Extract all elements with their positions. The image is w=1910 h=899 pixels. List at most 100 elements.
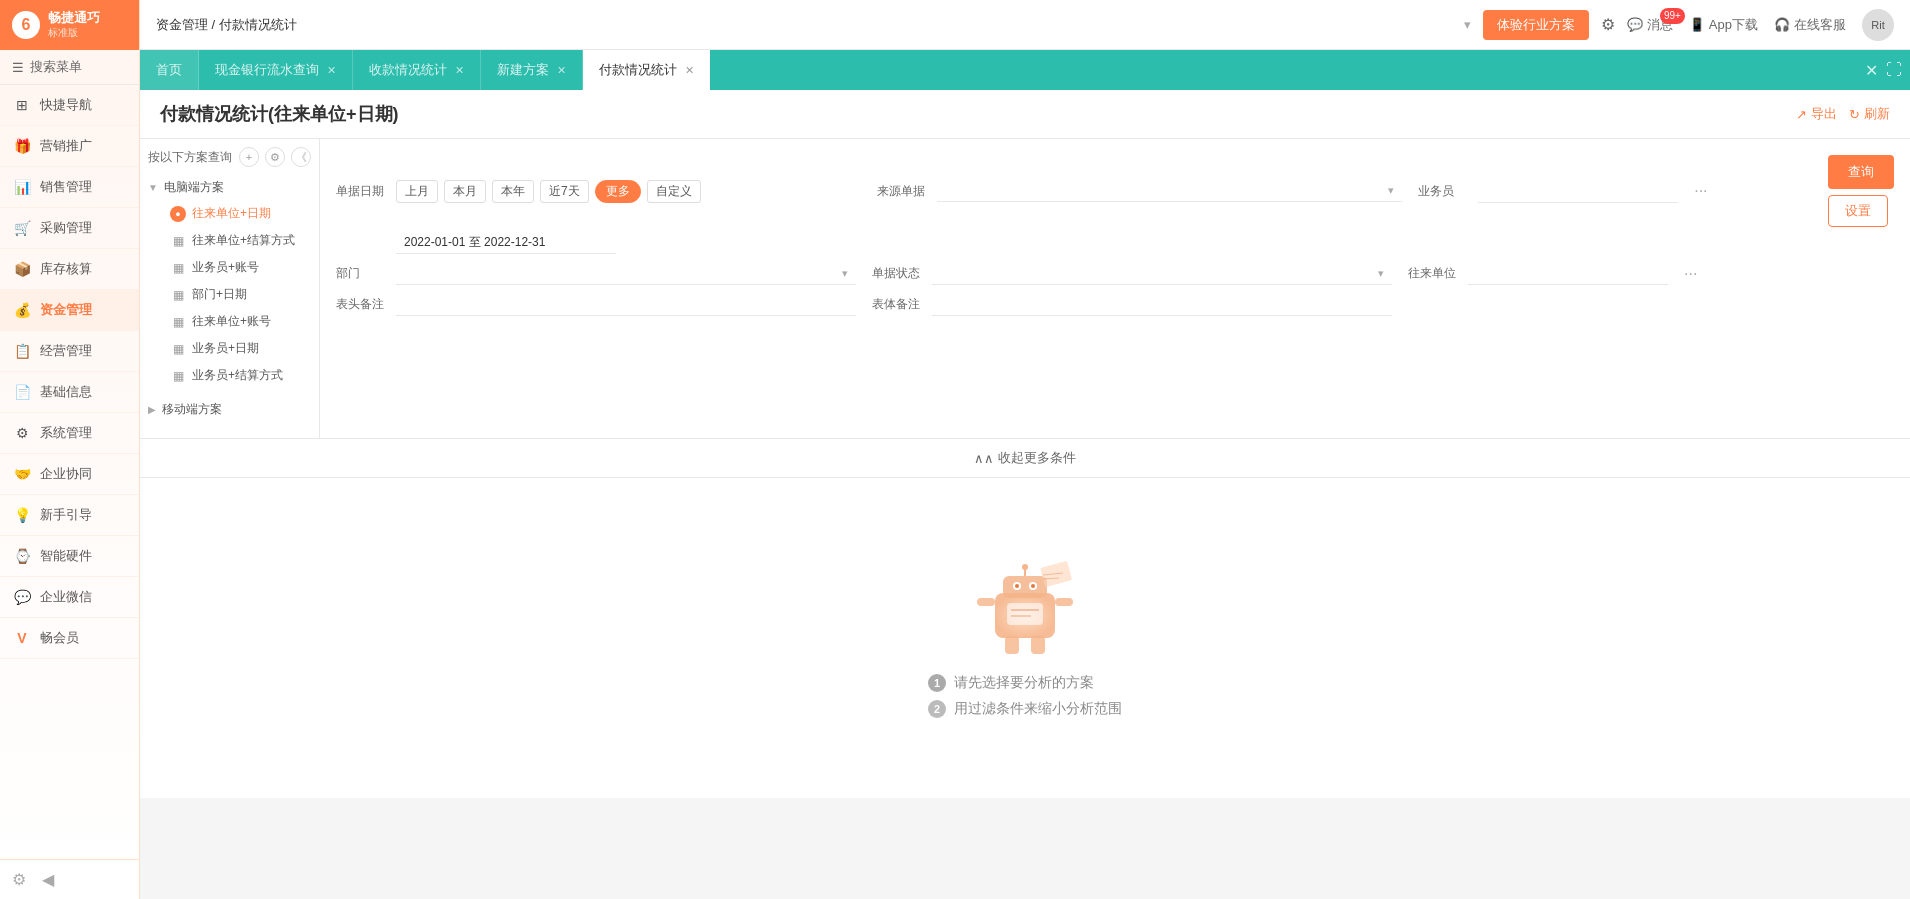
wechat-icon: 💬 [12, 587, 32, 607]
tab-payment-stats[interactable]: 付款情况统计 ✕ [583, 50, 710, 90]
refresh-button[interactable]: ↻ 刷新 [1849, 105, 1890, 123]
tab-home[interactable]: 首页 [140, 50, 199, 90]
enterprise-icon: 🤝 [12, 464, 32, 484]
sidebar-item-guide[interactable]: 💡 新手引导 [0, 495, 139, 536]
sidebar-item-purchase[interactable]: 🛒 采购管理 [0, 208, 139, 249]
grid-icon-4: ▦ [170, 341, 186, 357]
sidebar-item-wechat[interactable]: 💬 企业微信 [0, 577, 139, 618]
export-icon: ↗ [1796, 107, 1807, 122]
collapse-conditions-button[interactable]: ∧∧ 收起更多条件 [974, 449, 1076, 467]
date-this-year[interactable]: 本年 [492, 180, 534, 203]
tab-bar-end: ✕ ⛶ [1865, 50, 1910, 90]
source-select[interactable]: ▾ [937, 180, 1402, 202]
close-receipt-stats-tab[interactable]: ✕ [455, 64, 464, 77]
scheme-item-unit-settlement[interactable]: ▦ 往来单位+结算方式 [164, 227, 311, 254]
quick-nav-icon: ⊞ [12, 95, 32, 115]
scheme-item-employee-settlement[interactable]: ▦ 业务员+结算方式 [164, 362, 311, 389]
desktop-group-header[interactable]: ▼ 电脑端方案 [148, 175, 311, 200]
basic-info-icon: 📄 [12, 382, 32, 402]
settings-button[interactable]: 设置 [1828, 195, 1888, 227]
notification-count: 99+ [1660, 8, 1685, 24]
unit-more-icon[interactable]: ··· [1676, 265, 1705, 283]
tab-new-scheme[interactable]: 新建方案 ✕ [481, 50, 583, 90]
close-payment-stats-tab[interactable]: ✕ [685, 64, 694, 77]
sidebar-item-marketing[interactable]: 🎁 营销推广 [0, 126, 139, 167]
date-this-month[interactable]: 本月 [444, 180, 486, 203]
collapse-scheme-icon[interactable]: 《 [291, 147, 311, 167]
notification-area[interactable]: 💬 消息 99+ [1627, 16, 1673, 34]
app-download-area[interactable]: 📱 App下载 [1689, 16, 1758, 34]
export-button[interactable]: ↗ 导出 [1796, 105, 1837, 123]
sidebar-item-system[interactable]: ⚙ 系统管理 [0, 413, 139, 454]
collapse-sidebar-icon[interactable]: ◀ [42, 870, 54, 889]
sidebar-item-sales[interactable]: 📊 销售管理 [0, 167, 139, 208]
app-logo: 6 畅捷通巧 标准版 [0, 0, 139, 50]
sidebar-item-hardware[interactable]: ⌚ 智能硬件 [0, 536, 139, 577]
sidebar-item-quick-nav[interactable]: ⊞ 快捷导航 [0, 85, 139, 126]
tab-bank-flow[interactable]: 现金银行流水查询 ✕ [199, 50, 353, 90]
unit-input[interactable] [1468, 262, 1668, 285]
sidebar-item-enterprise[interactable]: 🤝 企业协同 [0, 454, 139, 495]
add-scheme-icon[interactable]: + [239, 147, 259, 167]
content-area: 付款情况统计(往来单位+日期) ↗ 导出 ↻ 刷新 按以下方案查询 + [140, 90, 1910, 899]
content-body: 1 请先选择要分析的方案 2 用过滤条件来缩小分析范围 [140, 478, 1910, 798]
scheme-item-employee-date[interactable]: ▦ 业务员+日期 [164, 335, 311, 362]
employee-more-icon[interactable]: ··· [1686, 182, 1715, 200]
search-menu[interactable]: ☰ 搜索菜单 [0, 50, 139, 85]
close-new-scheme-tab[interactable]: ✕ [557, 64, 566, 77]
svg-rect-10 [1005, 636, 1019, 654]
header-note-input[interactable] [396, 293, 856, 316]
filter-row-3: 表头备注 表体备注 [336, 293, 1894, 316]
header-gear-icon[interactable]: ⚙ [1601, 15, 1615, 34]
settings-icon[interactable]: ⚙ [12, 870, 26, 889]
desktop-scheme-items: ● 往来单位+日期 ▦ 往来单位+结算方式 ▦ 业务员+账号 ▦ [148, 200, 311, 389]
sidebar-item-basic-info[interactable]: 📄 基础信息 [0, 372, 139, 413]
scheme-item-employee-account[interactable]: ▦ 业务员+账号 [164, 254, 311, 281]
filter-source-field: 来源单据 ▾ [877, 180, 1402, 202]
filter-unit-field: 往来单位 ··· [1408, 262, 1798, 285]
date-more-btn[interactable]: 更多 [595, 180, 641, 203]
date-custom-btn[interactable]: 自定义 [647, 180, 701, 203]
body-note-input[interactable] [932, 293, 1392, 316]
sidebar-footer: ⚙ ◀ [0, 859, 139, 899]
industry-scheme-button[interactable]: 体验行业方案 [1483, 10, 1589, 40]
top-header: 资金管理 / 付款情况统计 ▾ 体验行业方案 ⚙ 💬 消息 99+ 📱 App下… [140, 0, 1910, 50]
mobile-group-header[interactable]: ▶ 移动端方案 [148, 397, 311, 422]
filter-doc-status-field: 单据状态 ▾ [872, 263, 1392, 285]
date-last-7-days[interactable]: 近7天 [540, 180, 589, 203]
sidebar-item-member[interactable]: V 畅会员 [0, 618, 139, 659]
scheme-item-unit-date[interactable]: ● 往来单位+日期 [164, 200, 311, 227]
query-button[interactable]: 查询 [1828, 155, 1894, 189]
sidebar-item-operations[interactable]: 📋 经营管理 [0, 331, 139, 372]
tab-receipt-stats[interactable]: 收款情况统计 ✕ [353, 50, 481, 90]
employee-input[interactable] [1478, 180, 1678, 203]
doc-status-select[interactable]: ▾ [932, 263, 1392, 285]
close-bank-flow-tab[interactable]: ✕ [327, 64, 336, 77]
expand-tabs-icon[interactable]: ⛶ [1886, 61, 1902, 79]
online-service-area[interactable]: 🎧 在线客服 [1774, 16, 1846, 34]
user-avatar[interactable]: Rit [1862, 9, 1894, 41]
dept-select[interactable]: ▾ [396, 263, 856, 285]
mobile-group-arrow: ▶ [148, 404, 156, 415]
page-title: 付款情况统计(往来单位+日期) [160, 102, 399, 126]
filter-section: 按以下方案查询 + ⚙ 《 ▼ 电脑端方案 ● 往来 [140, 139, 1910, 439]
date-last-month[interactable]: 上月 [396, 180, 438, 203]
date-range-row [336, 227, 1894, 262]
header-actions: 💬 消息 99+ 📱 App下载 🎧 在线客服 Rit [1627, 9, 1894, 41]
logo-icon: 6 [12, 11, 40, 39]
filter-row-1: 单据日期 上月 本月 本年 近7天 更多 自定义 来源单据 [336, 155, 1894, 227]
filter-action-buttons: 查询 设置 [1828, 155, 1894, 227]
scheme-item-unit-account[interactable]: ▦ 往来单位+账号 [164, 308, 311, 335]
sidebar-item-inventory[interactable]: 📦 库存核算 [0, 249, 139, 290]
scheme-header: 按以下方案查询 + ⚙ 《 [148, 147, 311, 167]
date-range-input[interactable] [396, 231, 616, 254]
doc-status-label: 单据状态 [872, 265, 924, 282]
collapse-icon: ∧∧ [974, 451, 994, 466]
header-dropdown-icon[interactable]: ▾ [1464, 17, 1471, 32]
scheme-settings-icon[interactable]: ⚙ [265, 147, 285, 167]
sidebar-item-finance[interactable]: 💰 资金管理 [0, 290, 139, 331]
scheme-item-dept-date[interactable]: ▦ 部门+日期 [164, 281, 311, 308]
filter-dept-field: 部门 ▾ [336, 263, 856, 285]
dept-select-arrow: ▾ [842, 267, 848, 280]
close-all-tabs-icon[interactable]: ✕ [1865, 61, 1878, 80]
